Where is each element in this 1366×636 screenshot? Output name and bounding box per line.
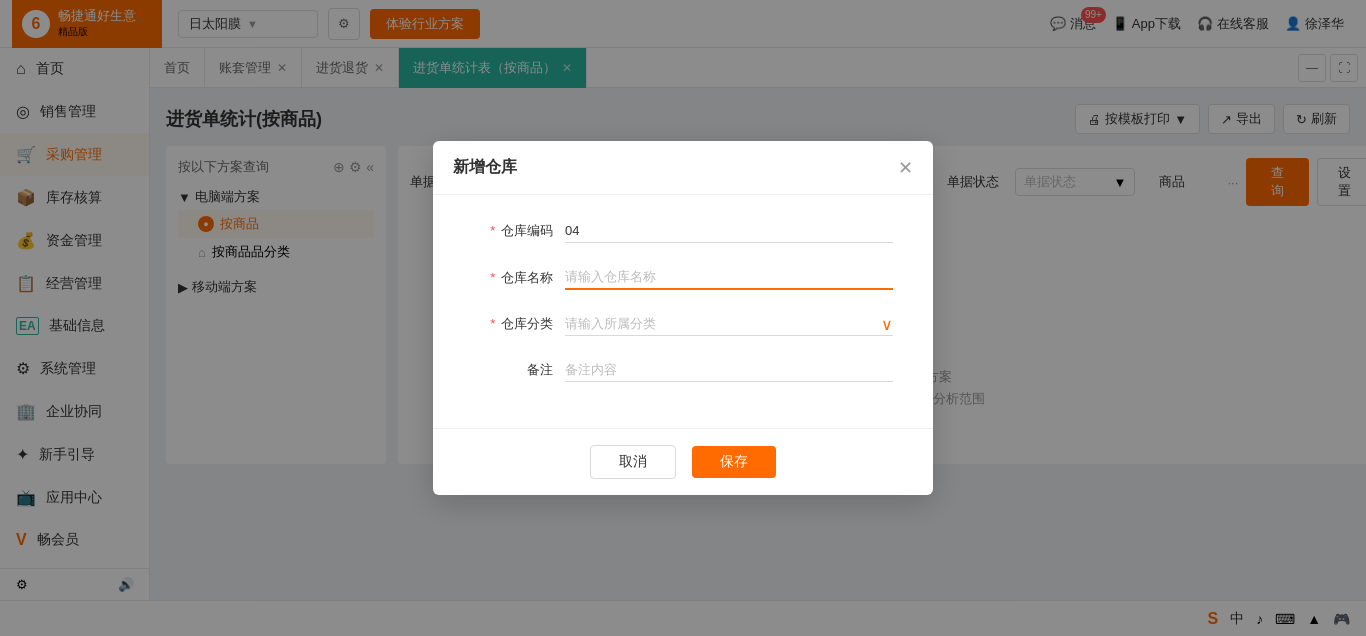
form-label-category: * 仓库分类 [473,315,553,333]
warehouse-name-input[interactable] [565,265,893,290]
save-button[interactable]: 保存 [692,446,776,478]
cancel-button[interactable]: 取消 [590,445,676,479]
warehouse-remark-input[interactable] [565,358,893,382]
form-row-name: * 仓库名称 [473,265,893,290]
modal-close-icon[interactable]: ✕ [898,159,913,177]
form-row-code: * 仓库编码 [473,219,893,243]
modal-footer: 取消 保存 [433,428,933,495]
form-row-remark: 备注 [473,358,893,382]
required-star-code: * [490,223,495,238]
modal-body: * 仓库编码 * 仓库名称 * 仓库分类 [433,195,933,428]
modal-header: 新增仓库 ✕ [433,141,933,195]
modal-overlay: 新增仓库 ✕ * 仓库编码 * 仓库名称 [0,0,1366,636]
warehouse-category-wrapper: 请输入所属分类 ∨ [565,312,893,336]
form-label-name: * 仓库名称 [473,269,553,287]
warehouse-code-input[interactable] [565,219,893,243]
required-star-name: * [490,270,495,285]
form-label-code: * 仓库编码 [473,222,553,240]
modal-title: 新增仓库 [453,157,517,178]
required-star-category: * [490,316,495,331]
form-label-remark: 备注 [473,361,553,379]
modal-add-warehouse: 新增仓库 ✕ * 仓库编码 * 仓库名称 [433,141,933,495]
form-row-category: * 仓库分类 请输入所属分类 ∨ [473,312,893,336]
warehouse-category-select[interactable]: 请输入所属分类 [565,312,893,336]
